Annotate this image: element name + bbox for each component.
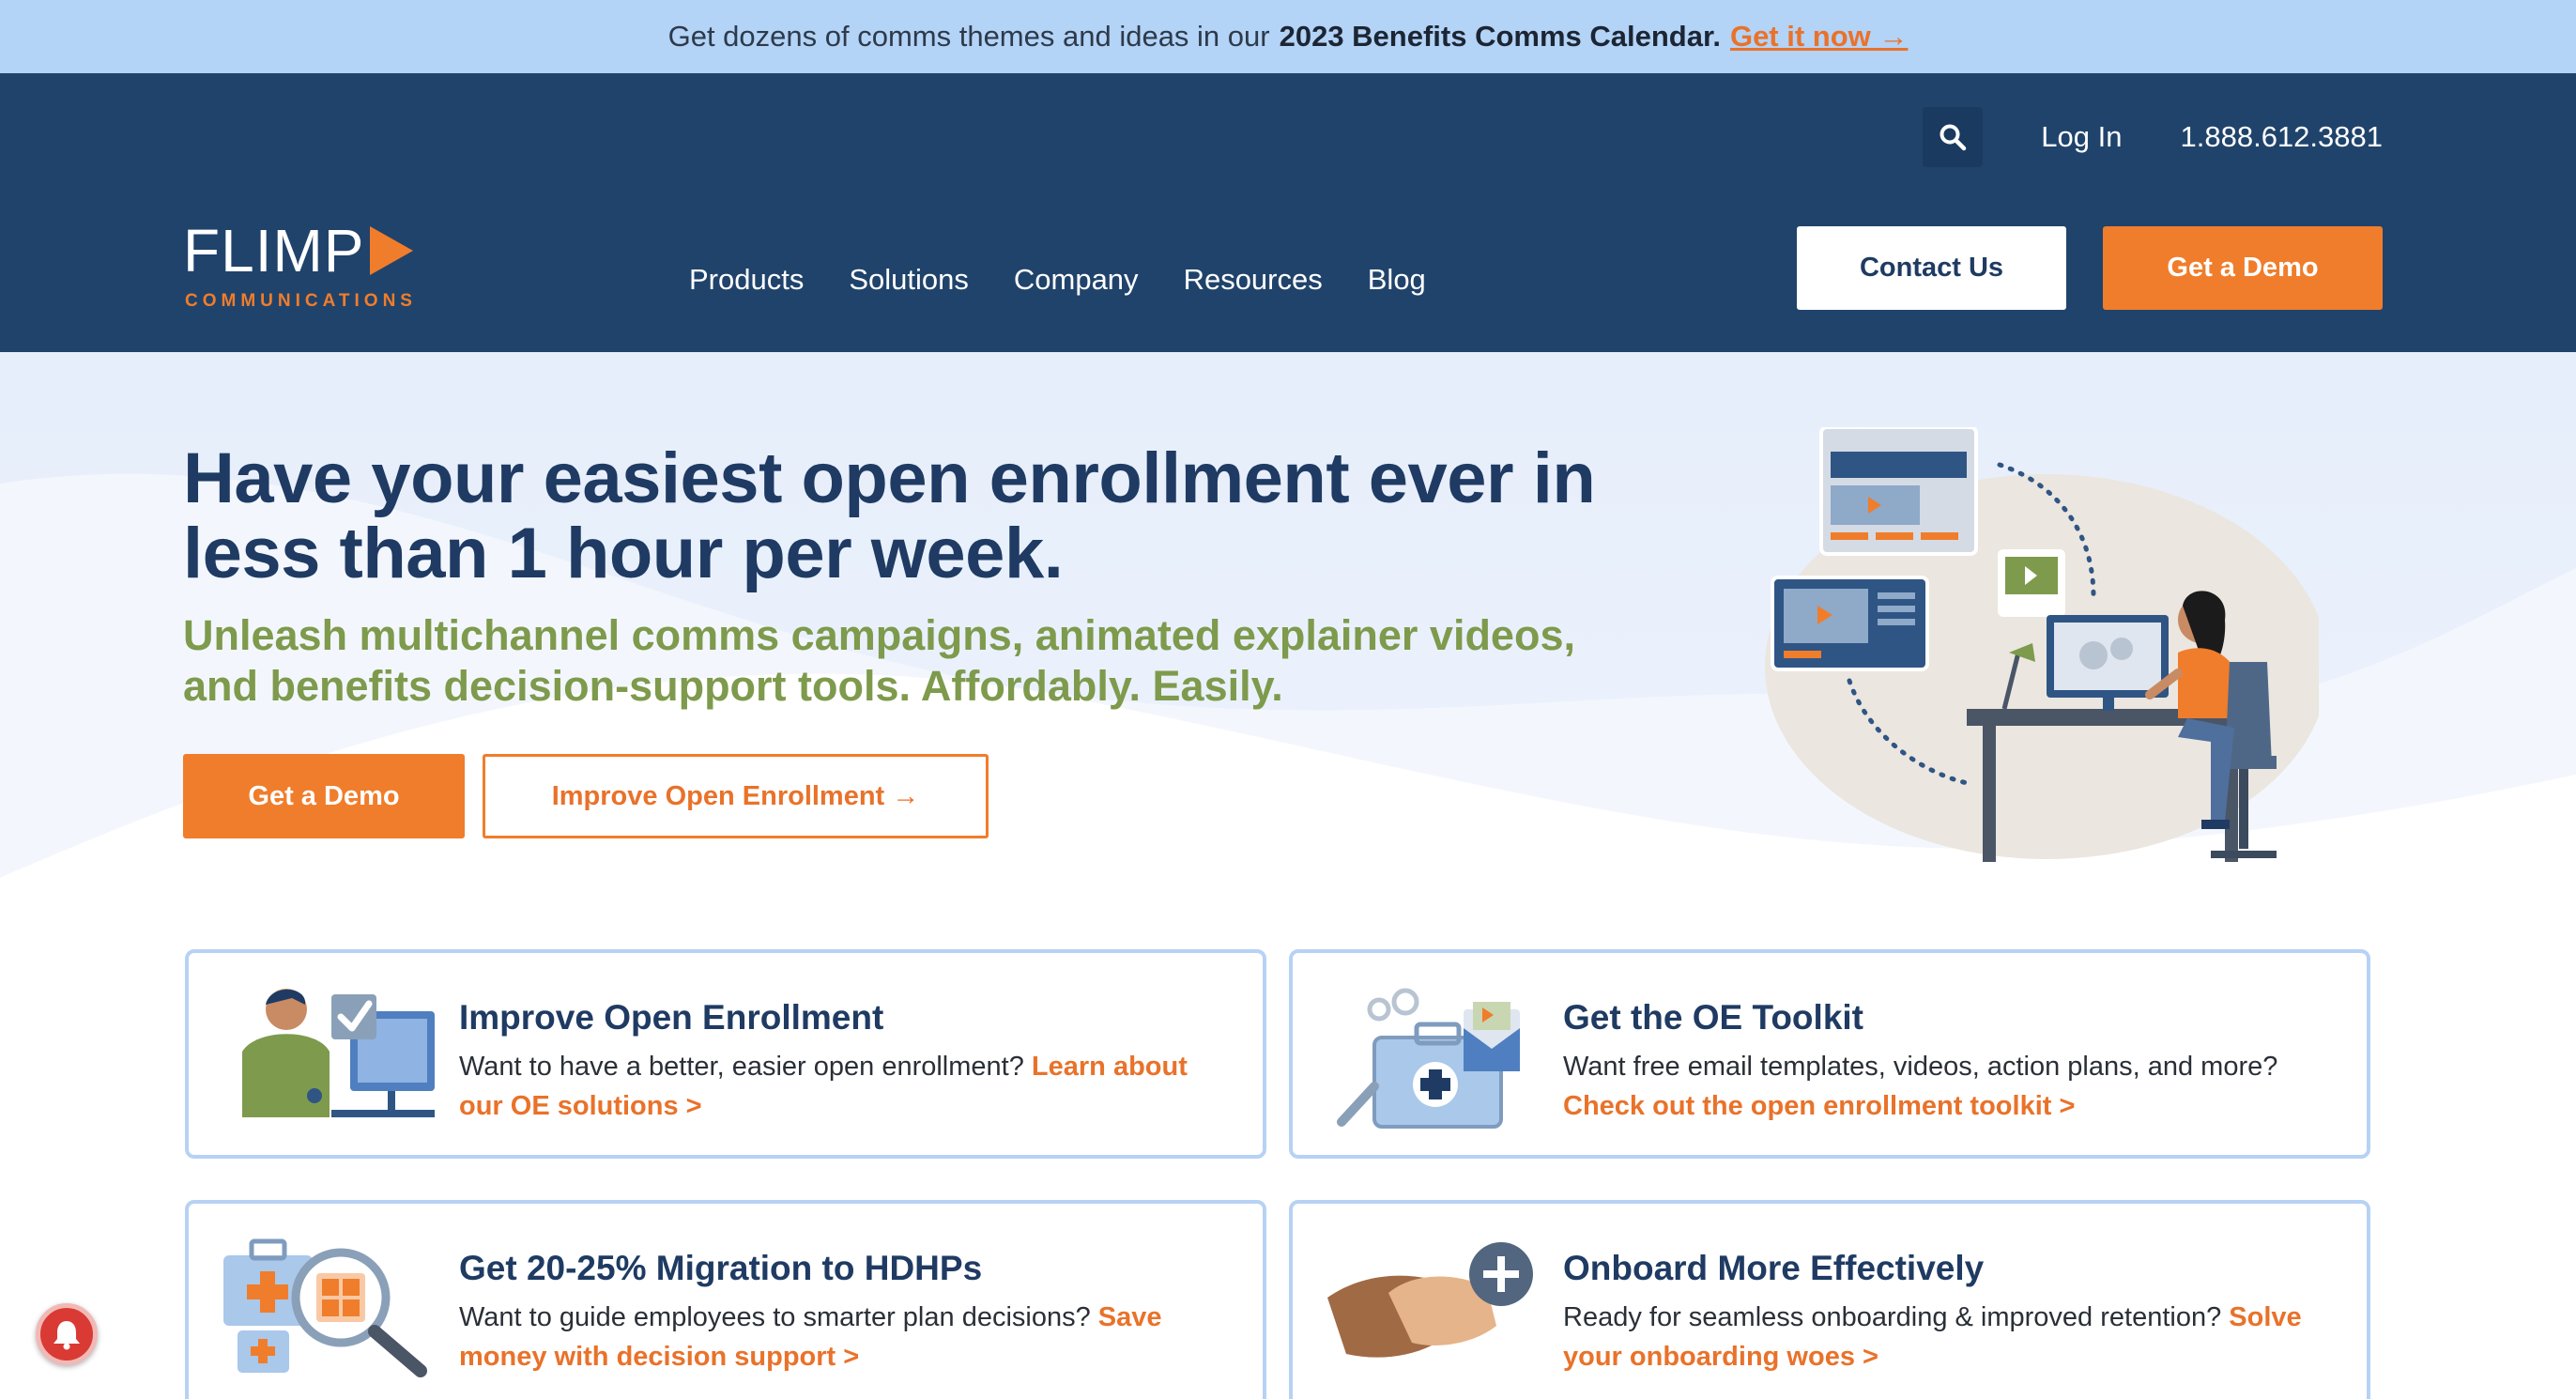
announcement-link[interactable]: Get it now →	[1730, 20, 1908, 54]
handshake-plus-icon	[1327, 1242, 1533, 1358]
card-title: Get the OE Toolkit	[1563, 998, 1863, 1037]
card-body: Want to guide employees to smarter plan …	[459, 1302, 1162, 1372]
logo[interactable]: FLIMP COMMUNICATIONS	[183, 216, 418, 329]
nav-resources[interactable]: Resources	[1184, 263, 1323, 297]
person-computer-checkmark-icon	[242, 989, 435, 1117]
card-title: Improve Open Enrollment	[459, 998, 884, 1037]
nav-company[interactable]: Company	[1014, 263, 1139, 297]
card-body: Ready for seamless onboarding & improved…	[1563, 1302, 2302, 1372]
nav-blog[interactable]: Blog	[1368, 263, 1426, 297]
hero-section: Have your easiest open enrollment ever i…	[0, 352, 2576, 934]
announcement-text: Get dozens of comms themes and ideas in …	[667, 20, 1270, 53]
search-button[interactable]	[1923, 107, 1984, 167]
nav-products[interactable]: Products	[689, 263, 804, 297]
logo-play-icon	[370, 226, 414, 275]
card-onboard-effectively[interactable]: Onboard More Effectively Ready for seaml…	[1289, 1200, 2370, 1399]
card-hdhp-migration[interactable]: Get 20-25% Migration to HDHPs Want to gu…	[185, 1200, 1266, 1399]
card-body: Want to have a better, easier open enrol…	[459, 1052, 1188, 1121]
hero-illustration	[1765, 427, 2319, 862]
card-oe-toolkit[interactable]: Get the OE Toolkit Want free email templ…	[1289, 949, 2370, 1159]
notification-bell-button[interactable]	[36, 1303, 98, 1365]
main-nav: Products Solutions Company Resources Blo…	[689, 252, 1426, 308]
improve-open-enrollment-button[interactable]: Improve Open Enrollment →	[483, 754, 989, 838]
card-body: Want free email templates, videos, actio…	[1563, 1052, 2278, 1121]
utility-nav: Log In 1.888.612.3881	[1923, 107, 2383, 167]
card-cta-link[interactable]: Check out the open enrollment toolkit >	[1563, 1091, 2075, 1121]
search-icon	[1940, 124, 1967, 151]
phone-link[interactable]: 1.888.612.3881	[2181, 120, 2384, 154]
card-title: Onboard More Effectively	[1563, 1249, 1985, 1287]
contact-us-button[interactable]: Contact Us	[1797, 226, 2066, 310]
bell-icon	[54, 1321, 80, 1350]
announcement-highlight: 2023 Benefits Comms Calendar.	[1279, 20, 1721, 53]
announcement-bar: Get dozens of comms themes and ideas in …	[0, 0, 2576, 73]
toolkit-icon	[1337, 988, 1520, 1129]
medical-calculator-magnifier-icon	[223, 1238, 427, 1377]
nav-solutions[interactable]: Solutions	[849, 263, 969, 297]
card-improve-open-enrollment[interactable]: Improve Open Enrollment Want to have a b…	[185, 949, 1266, 1159]
logo-subtitle: COMMUNICATIONS	[185, 291, 417, 311]
site-header: Log In 1.888.612.3881 FLIMP COMMUNICATIO…	[0, 73, 2576, 352]
login-link[interactable]: Log In	[2041, 120, 2122, 154]
logo-wordmark: FLIMP	[183, 216, 418, 285]
get-demo-header-button[interactable]: Get a Demo	[2103, 226, 2383, 310]
card-title: Get 20-25% Migration to HDHPs	[459, 1249, 983, 1287]
hero-subtitle: Unleash multichannel comms campaigns, an…	[183, 611, 1575, 710]
hero-title: Have your easiest open enrollment ever i…	[183, 438, 1596, 593]
get-demo-hero-button[interactable]: Get a Demo	[183, 754, 465, 838]
